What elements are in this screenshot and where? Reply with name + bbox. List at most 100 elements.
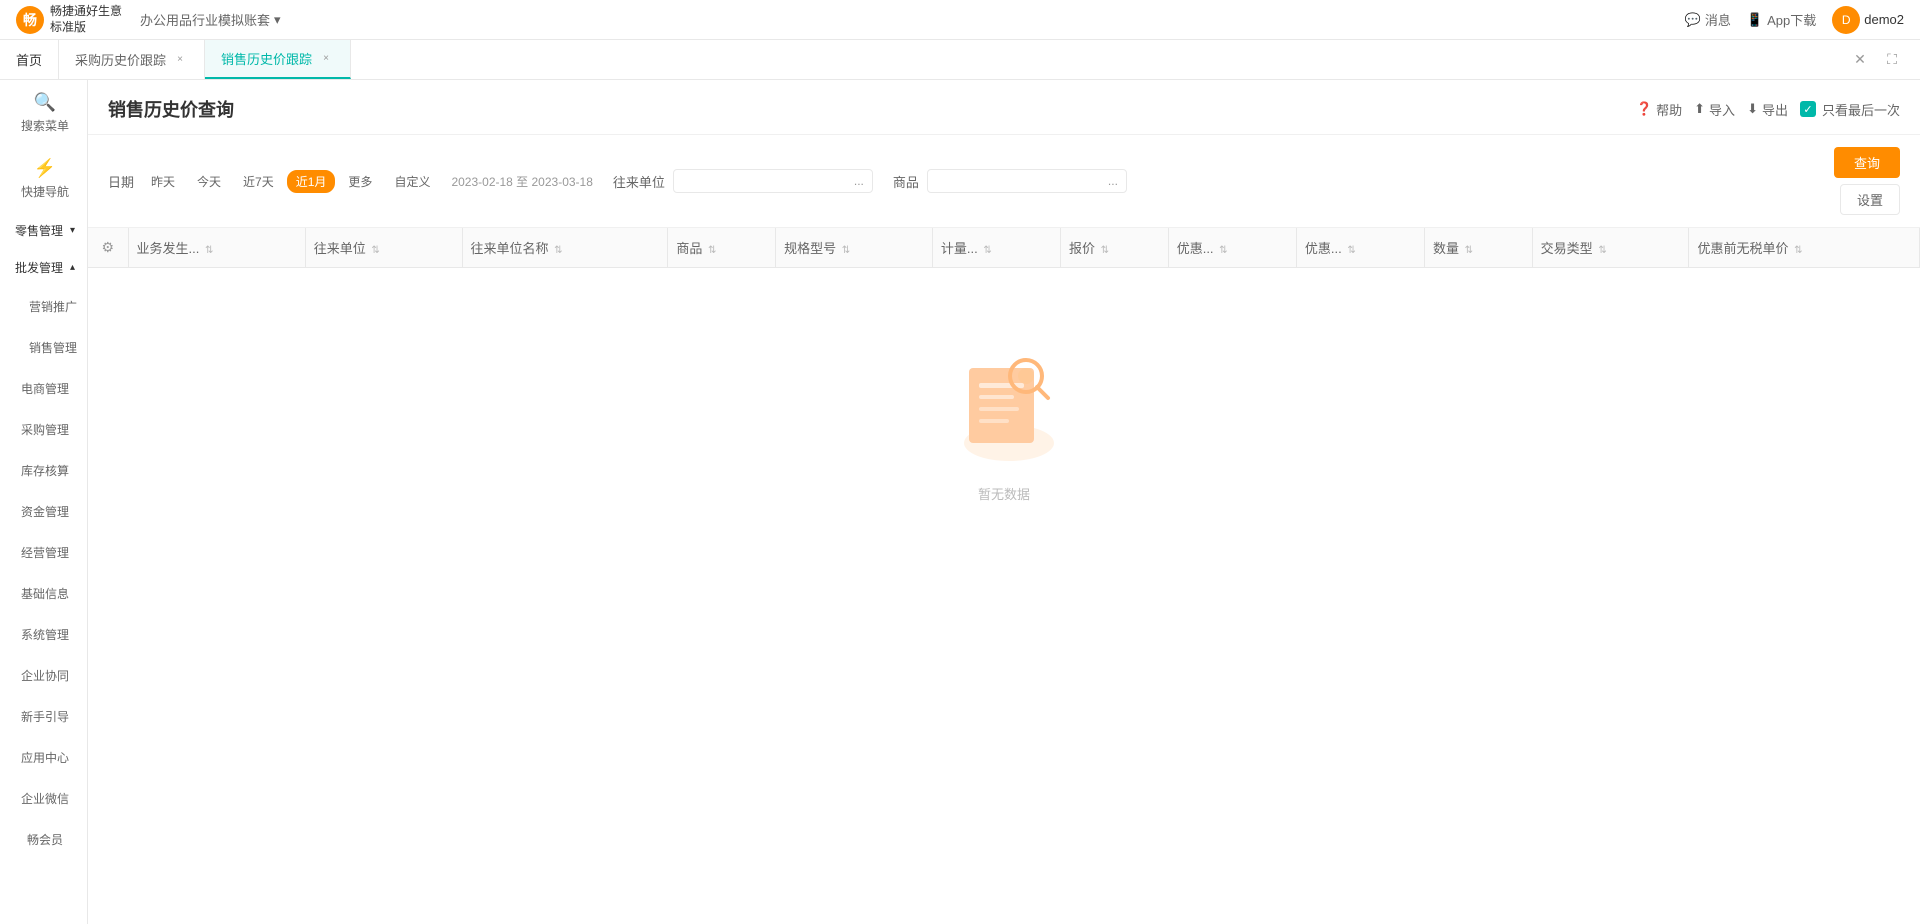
user-area[interactable]: D demo2	[1832, 6, 1904, 34]
date-yesterday-btn[interactable]: 昨天	[142, 170, 184, 193]
help-label: 帮助	[1656, 100, 1682, 119]
col-product[interactable]: 商品 ⇅	[668, 228, 776, 268]
gear-icon[interactable]: ⚙	[101, 239, 114, 255]
page-actions: ❓ 帮助 ⬆ 导入 ⬇ 导出 ✓ 只看最后一次	[1636, 100, 1900, 119]
table-header-row: ⚙ 业务发生... ⇅ 往来单位 ⇅ 往来单位名称 ⇅	[88, 228, 1920, 268]
export-icon: ⬇	[1747, 101, 1758, 117]
message-action[interactable]: 💬 消息	[1685, 10, 1731, 29]
col-trade-type[interactable]: 交易类型 ⇅	[1532, 228, 1689, 268]
only-last-checkbox-area[interactable]: ✓ 只看最后一次	[1800, 100, 1900, 119]
sort-icon: ⇅	[1465, 245, 1473, 256]
col-settings[interactable]: ⚙	[88, 228, 128, 268]
date-last7-btn[interactable]: 近7天	[234, 170, 283, 193]
query-button[interactable]: 查询	[1834, 147, 1900, 178]
sidebar-item-member[interactable]: 畅会员	[0, 819, 87, 860]
empty-svg	[944, 348, 1064, 468]
export-action[interactable]: ⬇ 导出	[1747, 100, 1788, 119]
topbar-right: 💬 消息 📱 App下载 D demo2	[1685, 6, 1904, 34]
sidebar-item-purchase[interactable]: 采购管理	[0, 409, 87, 450]
tab-purchase-history[interactable]: 采购历史价跟踪 ×	[59, 40, 205, 79]
tab-home[interactable]: 首页	[0, 40, 59, 79]
chevron-down-icon: ▾	[274, 12, 281, 28]
partner-filter-label: 往来单位	[613, 172, 665, 191]
empty-state: 暂无数据	[88, 268, 1920, 583]
sidebar-item-system[interactable]: 系统管理	[0, 614, 87, 655]
sidebar-item-new-guide[interactable]: 新手引导	[0, 696, 87, 737]
main-layout: 🔍 搜索菜单 ⚡ 快捷导航 零售管理 ▾ 批发管理 ▴ 营销推广 销售管理 电商…	[0, 80, 1920, 924]
fullscreen-button[interactable]: ⛶	[1880, 48, 1904, 72]
settings-button[interactable]: 设置	[1840, 184, 1900, 215]
sort-icon: ⇅	[983, 245, 991, 256]
col-unit[interactable]: 计量... ⇅	[932, 228, 1060, 268]
empty-text: 暂无数据	[978, 484, 1030, 503]
sidebar-item-app-center[interactable]: 应用中心	[0, 737, 87, 778]
date-today-btn[interactable]: 今天	[188, 170, 230, 193]
date-filter-group: 日期 昨天 今天 近7天 近1月 更多 自定义 2023-02-18 至 202…	[108, 170, 593, 193]
sidebar-item-quick-nav[interactable]: ⚡ 快捷导航	[0, 146, 87, 212]
only-last-checkbox[interactable]: ✓	[1800, 101, 1816, 117]
close-all-tabs-button[interactable]: ✕	[1848, 48, 1872, 72]
date-custom-btn[interactable]: 自定义	[385, 170, 439, 193]
tab-purchase-label: 采购历史价跟踪	[75, 50, 166, 69]
sort-icon: ⇅	[842, 245, 850, 256]
col-spec[interactable]: 规格型号 ⇅	[776, 228, 933, 268]
tab-sales-close[interactable]: ×	[318, 51, 334, 67]
search-icon: 🔍	[34, 92, 56, 113]
product-filter-group: 商品 ...	[893, 169, 1127, 193]
sort-icon: ⇅	[554, 245, 562, 256]
sidebar-item-wholesale-mgmt[interactable]: 批发管理 ▴	[0, 249, 87, 286]
tab-purchase-close[interactable]: ×	[172, 52, 188, 68]
col-discount1[interactable]: 优惠... ⇅	[1168, 228, 1296, 268]
filter-row: 日期 昨天 今天 近7天 近1月 更多 自定义 2023-02-18 至 202…	[108, 147, 1900, 215]
import-icon: ⬆	[1694, 101, 1705, 117]
app-download-label: App下载	[1767, 10, 1816, 29]
product-input[interactable]: ...	[927, 169, 1127, 193]
sidebar-item-basic-info[interactable]: 基础信息	[0, 573, 87, 614]
filter-actions: 查询 设置	[1834, 147, 1900, 215]
import-action[interactable]: ⬆ 导入	[1694, 100, 1735, 119]
data-table: ⚙ 业务发生... ⇅ 往来单位 ⇅ 往来单位名称 ⇅	[88, 228, 1920, 268]
app-selector[interactable]: 办公用品行业模拟账套 ▾	[132, 6, 289, 33]
col-biz-date[interactable]: 业务发生... ⇅	[128, 228, 305, 268]
phone-icon: 📱	[1747, 12, 1763, 28]
page-title: 销售历史价查询	[108, 96, 234, 122]
sort-icon: ⇅	[371, 245, 379, 256]
col-partner-name[interactable]: 往来单位名称 ⇅	[462, 228, 668, 268]
filter-area: 日期 昨天 今天 近7天 近1月 更多 自定义 2023-02-18 至 202…	[88, 135, 1920, 228]
col-quantity[interactable]: 数量 ⇅	[1424, 228, 1532, 268]
col-quote[interactable]: 报价 ⇅	[1061, 228, 1169, 268]
tab-sales-history[interactable]: 销售历史价跟踪 ×	[205, 40, 351, 79]
sidebar-item-marketing[interactable]: 营销推广	[0, 286, 87, 327]
help-action[interactable]: ❓ 帮助	[1636, 100, 1682, 119]
sort-icon: ⇅	[1219, 245, 1227, 256]
logo-area: 畅 畅捷通好生意 标准版	[16, 4, 122, 35]
sidebar-item-sales-mgmt[interactable]: 销售管理	[0, 327, 87, 368]
sidebar-item-retail-mgmt[interactable]: 零售管理 ▾	[0, 212, 87, 249]
sidebar-item-operations[interactable]: 经营管理	[0, 532, 87, 573]
partner-input[interactable]: ...	[673, 169, 873, 193]
content-area: 销售历史价查询 ❓ 帮助 ⬆ 导入 ⬇ 导出 ✓ 只看最后一次	[88, 80, 1920, 924]
sidebar-item-enterprise-wechat[interactable]: 企业微信	[0, 778, 87, 819]
page-header: 销售历史价查询 ❓ 帮助 ⬆ 导入 ⬇ 导出 ✓ 只看最后一次	[88, 80, 1920, 135]
date-more-btn[interactable]: 更多	[339, 170, 381, 193]
col-discount2[interactable]: 优惠... ⇅	[1296, 228, 1424, 268]
app-download-action[interactable]: 📱 App下载	[1747, 10, 1816, 29]
tabbar-actions: ✕ ⛶	[1848, 40, 1920, 79]
product-dots: ...	[1108, 174, 1118, 188]
sort-icon: ⇅	[1794, 245, 1802, 256]
sidebar-item-enterprise-collab[interactable]: 企业协同	[0, 655, 87, 696]
sort-icon: ⇅	[205, 245, 213, 256]
sidebar-item-inventory[interactable]: 库存核算	[0, 450, 87, 491]
import-label: 导入	[1709, 100, 1735, 119]
col-pre-discount-price[interactable]: 优惠前无税单价 ⇅	[1689, 228, 1920, 268]
date-buttons: 昨天 今天 近7天 近1月 更多 自定义	[142, 170, 439, 193]
partner-filter-group: 往来单位 ...	[613, 169, 873, 193]
topbar-left: 畅 畅捷通好生意 标准版 办公用品行业模拟账套 ▾	[16, 4, 289, 35]
sidebar-item-ecommerce[interactable]: 电商管理	[0, 368, 87, 409]
date-last1month-btn[interactable]: 近1月	[287, 170, 336, 193]
sidebar-item-finance[interactable]: 资金管理	[0, 491, 87, 532]
lightning-icon: ⚡	[34, 158, 56, 179]
message-label: 消息	[1705, 10, 1731, 29]
col-partner-code[interactable]: 往来单位 ⇅	[305, 228, 462, 268]
sidebar-item-search-menu[interactable]: 🔍 搜索菜单	[0, 80, 87, 146]
